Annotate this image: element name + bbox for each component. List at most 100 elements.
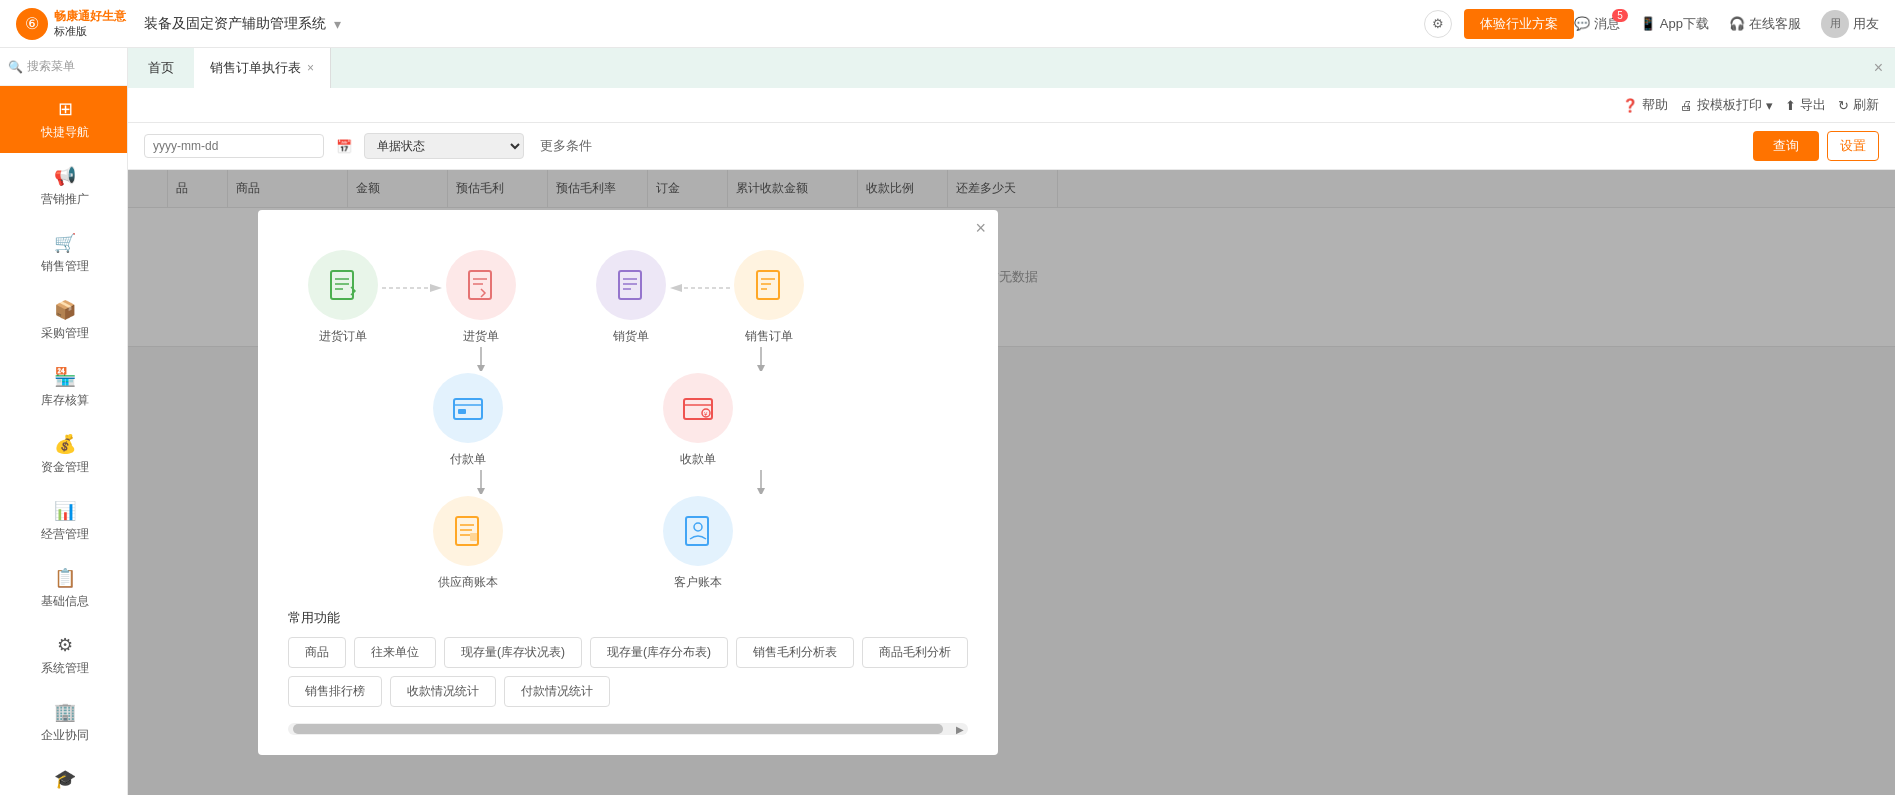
sidebar-item-marketing[interactable]: 📢 营销推广 bbox=[0, 153, 127, 220]
query-button[interactable]: 查询 bbox=[1753, 131, 1819, 161]
calendar-icon: 📅 bbox=[336, 139, 352, 154]
tab-bar: 首页 销售订单执行表 × × bbox=[128, 48, 1895, 88]
top-right-area: 💬 消息 5 📱 App下载 🎧 在线客服 用 用友 bbox=[1574, 10, 1879, 38]
svg-rect-23 bbox=[454, 399, 482, 419]
status-select[interactable]: 单据状态 bbox=[364, 133, 524, 159]
sidebar-item-quick-nav[interactable]: ⊞ 快捷导航 bbox=[0, 86, 127, 153]
cf-buttons-row2: 销售排行榜 收款情况统计 付款情况统计 bbox=[288, 676, 968, 707]
purchase-bill-label: 进货单 bbox=[463, 328, 499, 345]
app-download-icon: 📱 bbox=[1640, 16, 1656, 31]
top-bar: ⑥ 畅康通好生意 标准版 装备及固定资产辅助管理系统 ▾ ⚙ 体验行业方案 💬 … bbox=[0, 0, 1895, 48]
sidebar-item-newbie[interactable]: 🎓 新手引导 bbox=[0, 756, 127, 795]
sidebar-label-enterprise: 企业协同 bbox=[41, 727, 89, 744]
quick-nav-icon: ⊞ bbox=[58, 98, 73, 120]
tab-sales-order[interactable]: 销售订单执行表 × bbox=[194, 48, 331, 88]
logo-text: 畅康通好生意 标准版 bbox=[54, 9, 126, 39]
user-avatar: 用 bbox=[1821, 10, 1849, 38]
basic-icon: 📋 bbox=[54, 567, 76, 589]
svg-point-40 bbox=[694, 523, 702, 531]
sidebar-label-system: 系统管理 bbox=[41, 660, 89, 677]
help-btn[interactable]: ❓ 帮助 bbox=[1622, 96, 1668, 114]
sidebar: 🔍 搜索菜单 ⊞ 快捷导航 📢 营销推广 🛒 销售管理 📦 采购管理 bbox=[0, 48, 128, 795]
enterprise-icon: 🏢 bbox=[54, 701, 76, 723]
sidebar-item-purchase[interactable]: 📦 采购管理 bbox=[0, 287, 127, 354]
more-conditions-btn[interactable]: 更多条件 bbox=[540, 137, 592, 155]
cf-btn-stock-status[interactable]: 现存量(库存状况表) bbox=[444, 637, 582, 668]
payment-bill-label: 付款单 bbox=[450, 451, 486, 468]
cf-btn-sales-profit[interactable]: 销售毛利分析表 bbox=[736, 637, 854, 668]
node-purchase-bill[interactable]: 进货单 bbox=[446, 250, 516, 345]
sidebar-item-inventory[interactable]: 🏪 库存核算 bbox=[0, 354, 127, 421]
system-icon: ⚙ bbox=[57, 634, 73, 656]
sidebar-label-marketing: 营销推广 bbox=[41, 191, 89, 208]
arrow-so-to-sb bbox=[670, 280, 730, 296]
node-customer-ledger[interactable]: 客户账本 bbox=[663, 496, 733, 591]
sales-order-label: 销售订单 bbox=[745, 328, 793, 345]
node-purchase-order[interactable]: 进货订单 bbox=[308, 250, 378, 345]
settings-icon[interactable]: ⚙ bbox=[1424, 10, 1452, 38]
modal-scrollbar-track[interactable]: ▶ bbox=[288, 723, 968, 735]
logo-icon: ⑥ bbox=[16, 8, 48, 40]
date-from-input[interactable] bbox=[144, 134, 324, 158]
purchase-order-icon bbox=[308, 250, 378, 320]
modal-close-btn[interactable]: × bbox=[975, 218, 986, 239]
marketing-icon: 📢 bbox=[54, 165, 76, 187]
sidebar-label-operation: 经营管理 bbox=[41, 526, 89, 543]
print-btn[interactable]: 🖨 按模板打印 ▾ bbox=[1680, 96, 1773, 114]
cf-btn-receipt-stats[interactable]: 收款情况统计 bbox=[390, 676, 496, 707]
message-item[interactable]: 💬 消息 5 bbox=[1574, 15, 1620, 33]
cf-btn-payment-stats[interactable]: 付款情况统计 bbox=[504, 676, 610, 707]
svg-marker-5 bbox=[430, 284, 442, 292]
sidebar-search[interactable]: 🔍 搜索菜单 bbox=[0, 48, 127, 86]
logo-line1: 畅康通好生意 bbox=[54, 9, 126, 25]
cf-btn-goods[interactable]: 商品 bbox=[288, 637, 346, 668]
system-arrow-icon[interactable]: ▾ bbox=[334, 16, 341, 32]
page-content: 品 商品 金额 预估毛利 预估毛利率 订金 累计收款金额 收款比例 还差多少天 … bbox=[128, 170, 1895, 795]
sidebar-item-system[interactable]: ⚙ 系统管理 bbox=[0, 622, 127, 689]
cf-btn-contacts[interactable]: 往来单位 bbox=[354, 637, 436, 668]
sidebar-item-sales[interactable]: 🛒 销售管理 bbox=[0, 220, 127, 287]
customer-ledger-label: 客户账本 bbox=[674, 574, 722, 591]
node-receipt-bill[interactable]: ¥ 收款单 bbox=[663, 373, 733, 468]
newbie-icon: 🎓 bbox=[54, 768, 76, 790]
trial-button[interactable]: 体验行业方案 bbox=[1464, 9, 1574, 39]
node-sales-order[interactable]: 销售订单 bbox=[734, 250, 804, 345]
cf-buttons: 商品 往来单位 现存量(库存状况表) 现存量(库存分布表) 销售毛利分析表 商品… bbox=[288, 637, 968, 668]
search-label: 搜索菜单 bbox=[27, 58, 75, 75]
supplier-ledger-icon bbox=[433, 496, 503, 566]
cf-btn-stock-dist[interactable]: 现存量(库存分布表) bbox=[590, 637, 728, 668]
sidebar-item-enterprise[interactable]: 🏢 企业协同 bbox=[0, 689, 127, 756]
sidebar-item-basic[interactable]: 📋 基础信息 bbox=[0, 555, 127, 622]
cf-title: 常用功能 bbox=[288, 609, 968, 627]
logo-line2: 标准版 bbox=[54, 24, 126, 38]
system-name-text: 装备及固定资产辅助管理系统 bbox=[144, 15, 326, 33]
svg-rect-15 bbox=[757, 271, 779, 299]
modal-scrollbar-thumb[interactable] bbox=[293, 724, 943, 734]
cf-btn-goods-profit[interactable]: 商品毛利分析 bbox=[862, 637, 968, 668]
scroll-right-arrow[interactable]: ▶ bbox=[952, 723, 968, 735]
message-icon: 💬 bbox=[1574, 16, 1590, 31]
tab-home[interactable]: 首页 bbox=[128, 48, 194, 88]
settings-button[interactable]: 设置 bbox=[1827, 131, 1879, 161]
close-all-icon[interactable]: × bbox=[1874, 59, 1883, 77]
purchase-order-label: 进货订单 bbox=[319, 328, 367, 345]
node-sales-bill[interactable]: 销货单 bbox=[596, 250, 666, 345]
filter-row: 📅 单据状态 更多条件 查询 设置 bbox=[128, 123, 1895, 170]
node-payment-bill[interactable]: 付款单 bbox=[433, 373, 503, 468]
user-label: 用友 bbox=[1853, 15, 1879, 33]
down-arrow-pay bbox=[473, 470, 489, 494]
user-item[interactable]: 用 用友 bbox=[1821, 10, 1879, 38]
export-btn[interactable]: ⬆ 导出 bbox=[1785, 96, 1826, 114]
payment-bill-icon bbox=[433, 373, 503, 443]
flow-down-arrows2 bbox=[473, 470, 948, 494]
sidebar-item-finance[interactable]: 💰 资金管理 bbox=[0, 421, 127, 488]
tab-close-icon[interactable]: × bbox=[307, 61, 314, 75]
online-service-item[interactable]: 🎧 在线客服 bbox=[1729, 15, 1801, 33]
svg-rect-9 bbox=[619, 271, 641, 299]
node-supplier-ledger[interactable]: 供应商账本 bbox=[433, 496, 503, 591]
sidebar-item-operation[interactable]: 📊 经营管理 bbox=[0, 488, 127, 555]
supplier-ledger-label: 供应商账本 bbox=[438, 574, 498, 591]
refresh-btn[interactable]: ↻ 刷新 bbox=[1838, 96, 1879, 114]
cf-btn-sales-rank[interactable]: 销售排行榜 bbox=[288, 676, 382, 707]
app-download-item[interactable]: 📱 App下载 bbox=[1640, 15, 1709, 33]
